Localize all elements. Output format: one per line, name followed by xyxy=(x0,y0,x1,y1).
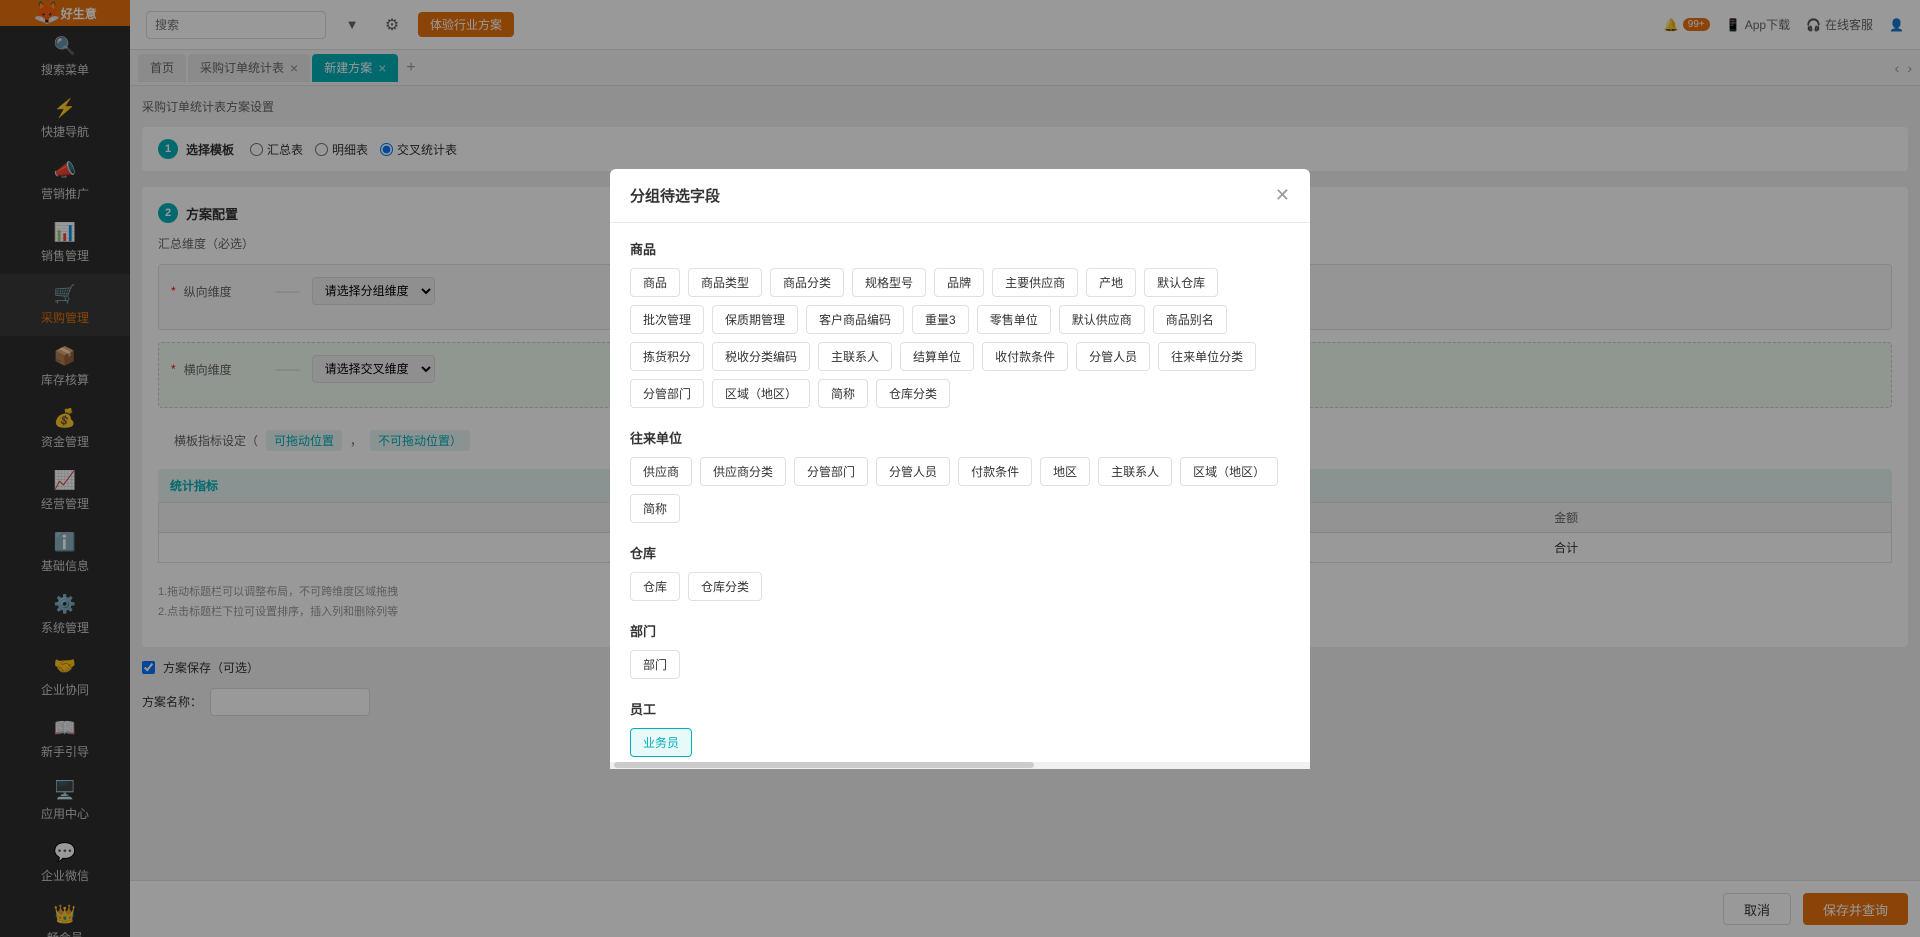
tag-origin[interactable]: 产地 xyxy=(1086,268,1136,297)
modal-dialog: 分组待选字段 ✕ 商品 商品 商品类型 商品分类 规格型号 品牌 主要供应商 产… xyxy=(610,169,1310,769)
tag-warehouse[interactable]: 仓库 xyxy=(630,572,680,601)
employee-tags: 业务员 xyxy=(630,728,1290,757)
modal-header: 分组待选字段 ✕ xyxy=(610,169,1310,223)
tag-department[interactable]: 部门 xyxy=(630,650,680,679)
tag-payment-terms[interactable]: 收付款条件 xyxy=(982,342,1068,371)
tag-partner-category[interactable]: 往来单位分类 xyxy=(1158,342,1256,371)
tag-region[interactable]: 区域（地区） xyxy=(712,379,810,408)
modal-hscroll[interactable] xyxy=(610,762,1310,768)
tag-salesperson[interactable]: 业务员 xyxy=(630,728,692,757)
tag-warehouse-category[interactable]: 仓库分类 xyxy=(876,379,950,408)
product-tags: 商品 商品类型 商品分类 规格型号 品牌 主要供应商 产地 默认仓库 批次管理 … xyxy=(630,268,1290,408)
tag-settlement-unit[interactable]: 结算单位 xyxy=(900,342,974,371)
tag-main-contact[interactable]: 主联系人 xyxy=(818,342,892,371)
modal-body: 商品 商品 商品类型 商品分类 规格型号 品牌 主要供应商 产地 默认仓库 批次… xyxy=(610,223,1310,763)
tag-mgmt-person[interactable]: 分管人员 xyxy=(876,457,950,486)
tag-brand[interactable]: 品牌 xyxy=(934,268,984,297)
tag-default-warehouse[interactable]: 默认仓库 xyxy=(1144,268,1218,297)
section-title-product: 商品 xyxy=(630,239,1290,258)
tag-short-name[interactable]: 简称 xyxy=(818,379,868,408)
field-section-department: 部门 部门 xyxy=(630,621,1290,679)
tag-payment-condition[interactable]: 付款条件 xyxy=(958,457,1032,486)
tag-short-name2[interactable]: 简称 xyxy=(630,494,680,523)
tag-supplier[interactable]: 供应商 xyxy=(630,457,692,486)
tag-tax-code[interactable]: 税收分类编码 xyxy=(712,342,810,371)
warehouse-tags: 仓库 仓库分类 xyxy=(630,572,1290,601)
tag-product-category[interactable]: 商品分类 xyxy=(770,268,844,297)
field-section-employee: 员工 业务员 xyxy=(630,699,1290,757)
tag-customer-code[interactable]: 客户商品编码 xyxy=(806,305,904,334)
tag-pick-points[interactable]: 拣货积分 xyxy=(630,342,704,371)
tag-supplier-category[interactable]: 供应商分类 xyxy=(700,457,786,486)
modal-hscroll-bar xyxy=(614,762,1034,768)
tag-warehouse-cat[interactable]: 仓库分类 xyxy=(688,572,762,601)
modal-close-button[interactable]: ✕ xyxy=(1275,185,1290,206)
modal-title: 分组待选字段 xyxy=(630,185,720,206)
section-title-partner: 往来单位 xyxy=(630,428,1290,447)
tag-spec-model[interactable]: 规格型号 xyxy=(852,268,926,297)
tag-product[interactable]: 商品 xyxy=(630,268,680,297)
modal-overlay[interactable]: 分组待选字段 ✕ 商品 商品 商品类型 商品分类 规格型号 品牌 主要供应商 产… xyxy=(0,0,1920,937)
tag-dept[interactable]: 分管部门 xyxy=(630,379,704,408)
field-section-partner: 往来单位 供应商 供应商分类 分管部门 分管人员 付款条件 地区 主联系人 区域… xyxy=(630,428,1290,523)
dept-tags: 部门 xyxy=(630,650,1290,679)
tag-batch-mgmt[interactable]: 批次管理 xyxy=(630,305,704,334)
tag-product-alias[interactable]: 商品别名 xyxy=(1153,305,1227,334)
tag-main-contact2[interactable]: 主联系人 xyxy=(1098,457,1172,486)
tag-product-type[interactable]: 商品类型 xyxy=(688,268,762,297)
tag-main-supplier[interactable]: 主要供应商 xyxy=(992,268,1078,297)
field-section-warehouse: 仓库 仓库 仓库分类 xyxy=(630,543,1290,601)
partner-tags: 供应商 供应商分类 分管部门 分管人员 付款条件 地区 主联系人 区域（地区） … xyxy=(630,457,1290,523)
tag-default-supplier[interactable]: 默认供应商 xyxy=(1059,305,1145,334)
tag-region2[interactable]: 区域（地区） xyxy=(1180,457,1278,486)
section-title-employee: 员工 xyxy=(630,699,1290,718)
tag-retail-unit[interactable]: 零售单位 xyxy=(977,305,1051,334)
section-title-warehouse: 仓库 xyxy=(630,543,1290,562)
tag-supervisor[interactable]: 分管人员 xyxy=(1076,342,1150,371)
tag-area[interactable]: 地区 xyxy=(1040,457,1090,486)
tag-mgmt-dept[interactable]: 分管部门 xyxy=(794,457,868,486)
section-title-dept: 部门 xyxy=(630,621,1290,640)
field-section-product: 商品 商品 商品类型 商品分类 规格型号 品牌 主要供应商 产地 默认仓库 批次… xyxy=(630,239,1290,408)
tag-shelf-life[interactable]: 保质期管理 xyxy=(712,305,798,334)
tag-weight[interactable]: 重量3 xyxy=(912,305,969,334)
